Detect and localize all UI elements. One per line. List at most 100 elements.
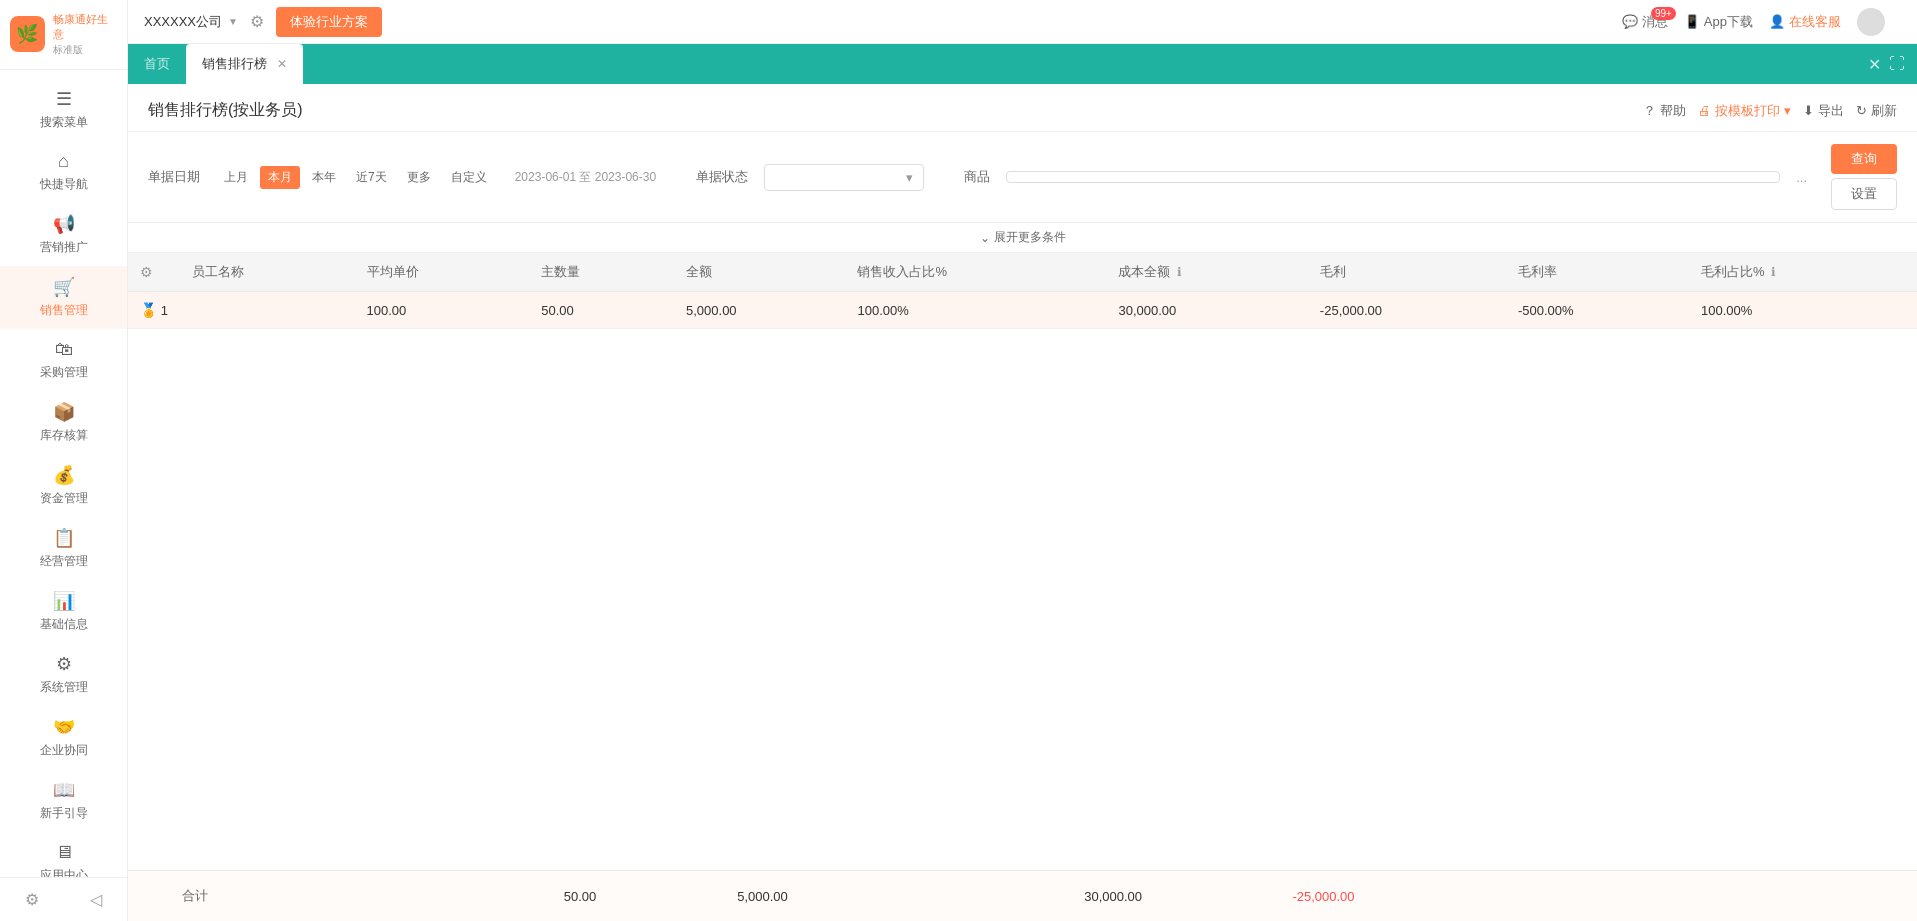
app-label: App下载 [1704,13,1753,31]
sidebar-item-label: 新手引导 [40,805,88,822]
user-avatar[interactable] [1857,8,1885,36]
search-menu-icon: ☰ [56,88,72,110]
basic-info-icon: 📊 [53,590,75,612]
help-btn[interactable]: ？ 帮助 [1643,102,1686,120]
sidebar-item-basic-info[interactable]: 📊 基础信息 [0,580,127,643]
print-btn[interactable]: 🖨 按模板打印 ▾ [1698,102,1791,120]
print-arrow-icon: ▾ [1784,103,1791,118]
table-row: 🏅 1 100.00 50.00 5,000.00 100.00% 30,000… [128,292,1917,329]
data-table: ⚙ 员工名称 平均单价 主数量 全额 销售收入占比% 成本全额 ℹ 毛利 毛利率 [128,253,1917,329]
th-settings: ⚙ [128,253,180,292]
expand-conditions-row: ⌄ 展开更多条件 [128,223,1917,253]
tab-home[interactable]: 首页 [128,44,186,84]
guide-icon: 📖 [53,779,75,801]
sidebar-item-guide[interactable]: 📖 新手引导 [0,769,127,832]
footer-label: 合计 [170,881,378,911]
sidebar-footer: ⚙ ◁ [0,877,127,921]
footer-row: 合计 50.00 5,000.00 30,000.00 -25,000.00 [140,881,1905,911]
expand-conditions-btn[interactable]: ⌄ 展开更多条件 [980,229,1066,246]
goods-input[interactable] [1006,171,1780,183]
export-btn[interactable]: ⬇ 导出 [1803,102,1844,120]
footer-settings-btn[interactable]: ⚙ [25,890,39,909]
th-gross-rate: 毛利率 [1506,253,1689,292]
date-range: 2023-06-01 至 2023-06-30 [515,169,656,186]
company-selector[interactable]: XXXXXX公司 ▼ [144,13,238,31]
td-rank: 🏅 1 [128,292,180,329]
refresh-btn[interactable]: ↻ 刷新 [1856,102,1897,120]
th-main-qty: 主数量 [529,253,674,292]
sidebar-item-purchase[interactable]: 🛍 采购管理 [0,329,127,391]
export-icon: ⬇ [1803,103,1814,118]
goods-label: 商品 [964,168,990,186]
status-select[interactable]: ▾ [764,164,924,191]
sidebar-item-label: 搜索菜单 [40,114,88,131]
sidebar-item-apps[interactable]: 🖥 应用中心 [0,832,127,877]
date-tab-this-year[interactable]: 本年 [304,166,344,189]
table-header-row: ⚙ 员工名称 平均单价 主数量 全额 销售收入占比% 成本全额 ℹ 毛利 毛利率 [128,253,1917,292]
th-gross: 毛利 [1308,253,1506,292]
logo-text: 畅康通好生意 [53,12,117,43]
table-footer: 合计 50.00 5,000.00 30,000.00 -25,000.00 [128,870,1917,921]
date-tab-7days[interactable]: 近7天 [348,166,395,189]
td-cost: 30,000.00 [1106,292,1307,329]
date-tab-more[interactable]: 更多 [399,166,439,189]
sidebar-item-system[interactable]: ⚙ 系统管理 [0,643,127,706]
company-settings-icon[interactable]: ⚙ [250,12,264,31]
sidebar-item-finance[interactable]: 💰 资金管理 [0,454,127,517]
tab-bar: 首页 销售排行榜 ✕ ✕ ⛶ [128,44,1917,84]
td-main-qty: 50.00 [529,292,674,329]
footer-gross-pct-empty [1697,881,1905,911]
tab-sales-ranking[interactable]: 销售排行榜 ✕ [186,44,303,84]
sidebar-item-sales[interactable]: 🛒 销售管理 [0,266,127,329]
operations-icon: 📋 [53,527,75,549]
footer-collapse-btn[interactable]: ◁ [90,890,102,909]
app-download-btn[interactable]: 📱 App下载 [1684,13,1753,31]
system-icon: ⚙ [56,653,72,675]
sidebar-item-label: 基础信息 [40,616,88,633]
rank-icon: 🏅 [140,302,157,318]
filter-more-btn[interactable]: ... [1796,170,1807,185]
sidebar-item-collab[interactable]: 🤝 企业协同 [0,706,127,769]
apps-icon: 🖥 [55,842,73,863]
app-icon: 📱 [1684,14,1700,29]
sidebar-item-label: 营销推广 [40,239,88,256]
td-gross: -25,000.00 [1308,292,1506,329]
message-btn[interactable]: 💬 消息 99+ [1622,13,1668,31]
th-gross-pct: 毛利占比% ℹ [1689,253,1917,292]
sidebar-nav: ☰ 搜索菜单 ⌂ 快捷导航 📢 营销推广 🛒 销售管理 🛍 采购管理 📦 库存核… [0,70,127,877]
sidebar-item-label: 资金管理 [40,490,88,507]
th-name: 员工名称 [180,253,355,292]
tab-expand-icon[interactable]: ⛶ [1889,55,1905,73]
expand-label: 展开更多条件 [994,229,1066,246]
date-tab-custom[interactable]: 自定义 [443,166,495,189]
header-right: 💬 消息 99+ 📱 App下载 👤 在线客服 [1622,8,1901,36]
setting-button[interactable]: 设置 [1831,178,1897,210]
service-icon: 👤 [1769,14,1785,29]
cost-info-icon[interactable]: ℹ [1177,265,1182,279]
date-tab-last-month[interactable]: 上月 [216,166,256,189]
sidebar-item-label: 应用中心 [40,867,88,877]
message-icon: 💬 [1622,14,1638,29]
trial-button[interactable]: 体验行业方案 [276,7,382,37]
date-tab-this-month[interactable]: 本月 [260,166,300,189]
sidebar-item-label: 经营管理 [40,553,88,570]
td-amount: 5,000.00 [674,292,845,329]
tab-sales-ranking-label: 销售排行榜 [202,55,267,73]
date-tabs: 上月 本月 本年 近7天 更多 自定义 [216,166,495,189]
footer-gross: -25,000.00 [1280,881,1488,911]
gross-pct-info-icon[interactable]: ℹ [1771,265,1776,279]
tab-minimize-icon[interactable]: ✕ [1868,55,1881,74]
sidebar-item-marketing[interactable]: 📢 营销推广 [0,203,127,266]
export-label: 导出 [1818,102,1844,120]
sidebar-item-search[interactable]: ☰ 搜索菜单 [0,78,127,141]
sidebar-item-operations[interactable]: 📋 经营管理 [0,517,127,580]
query-button[interactable]: 查询 [1831,144,1897,174]
tab-close-icon[interactable]: ✕ [277,57,287,71]
column-settings-icon[interactable]: ⚙ [140,264,153,280]
status-label: 单据状态 [696,168,748,186]
main-area: XXXXXX公司 ▼ ⚙ 体验行业方案 💬 消息 99+ 📱 App下载 👤 在… [128,0,1917,921]
online-service-btn[interactable]: 👤 在线客服 [1769,13,1841,31]
sidebar-item-shortcuts[interactable]: ⌂ 快捷导航 [0,141,127,203]
footer-main-qty: 50.00 [552,881,726,911]
sidebar-item-inventory[interactable]: 📦 库存核算 [0,391,127,454]
